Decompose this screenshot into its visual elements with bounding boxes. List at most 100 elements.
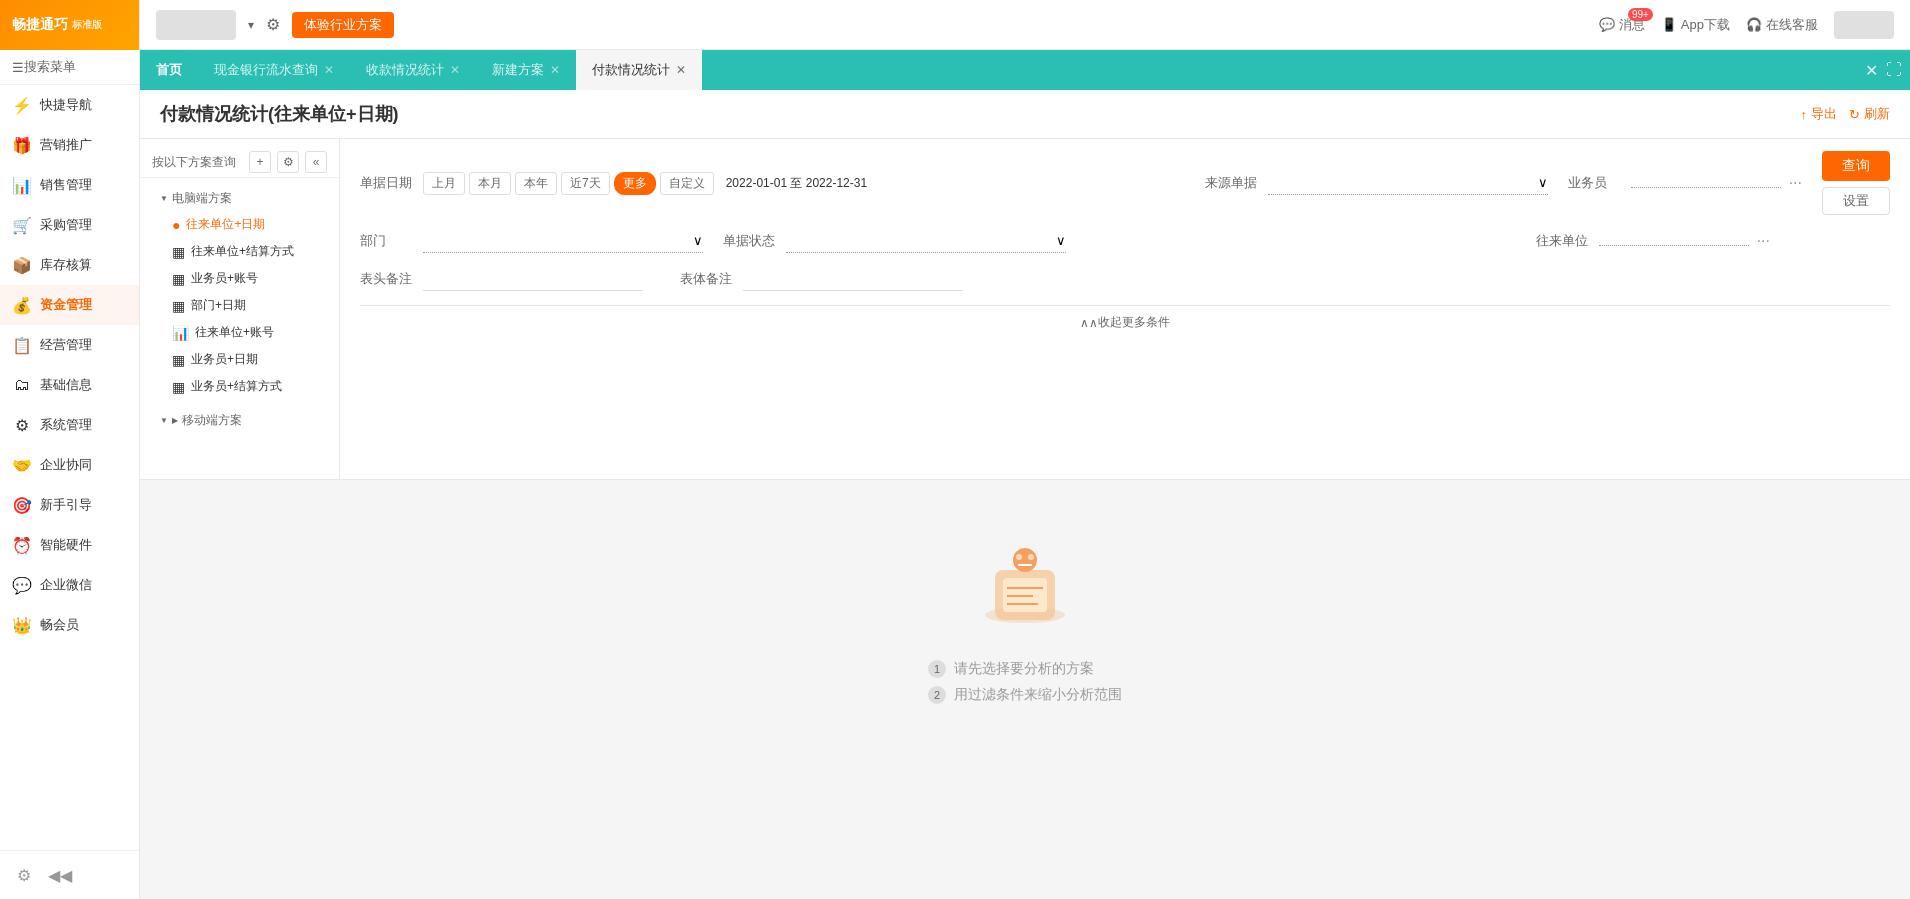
panel-wrapper: 按以下方案查询 + ⚙ « 电脑端方案 ● 往来单位+日期 ▦ 往来单位+结算方…	[140, 139, 1910, 480]
topbar-settings-icon[interactable]: ⚙	[266, 15, 280, 34]
scheme-label-unit-date: 往来单位+日期	[186, 216, 265, 233]
unit-dots-btn[interactable]: ···	[1757, 232, 1770, 250]
sidebar-collapse-btn[interactable]: ◀◀	[46, 861, 74, 889]
query-button[interactable]: 查询	[1822, 151, 1890, 181]
unit-select[interactable]	[1599, 237, 1749, 246]
tab-new-plan-close[interactable]: ✕	[550, 63, 560, 77]
tip-text-1: 请先选择要分析的方案	[954, 660, 1094, 678]
member-icon: 👑	[12, 615, 32, 635]
online-service-label: 在线客服	[1766, 16, 1818, 34]
tab-new-plan[interactable]: 新建方案 ✕	[476, 50, 576, 90]
scheme-settings-btn[interactable]: ⚙	[277, 151, 299, 173]
tab-expand-btn[interactable]: ⛶	[1886, 61, 1902, 79]
scheme-label-staff-settle: 业务员+结算方式	[191, 378, 282, 395]
online-service-btn[interactable]: 🎧 在线客服	[1746, 16, 1818, 34]
tabbar-end: ✕ ⛶	[1865, 50, 1910, 90]
tab-payment-stats[interactable]: 付款情况统计 ✕	[576, 50, 702, 90]
sidebar-item-wechat[interactable]: 💬 企业微信	[0, 565, 139, 605]
staff-dots-btn[interactable]: ···	[1789, 174, 1802, 192]
staff-select[interactable]	[1631, 179, 1781, 188]
scheme-item-unit-account[interactable]: 📊 往来单位+账号	[140, 319, 339, 346]
app-download-btn[interactable]: 📱 App下载	[1661, 16, 1730, 34]
date-btn-last-month[interactable]: 上月	[423, 172, 465, 195]
logo-text: 畅捷通巧	[12, 16, 68, 34]
tab-home[interactable]: 首页	[140, 50, 198, 90]
date-btn-7days[interactable]: 近7天	[561, 172, 610, 195]
empty-tip-1: 1 请先选择要分析的方案	[928, 660, 1122, 678]
scheme-add-btn[interactable]: +	[249, 151, 271, 173]
topbar: ▾ ⚙ 体验行业方案 💬 消息 99+ 📱 App下载 🎧 在线客服	[140, 0, 1910, 50]
scheme-icon-dept-date: ▦	[172, 298, 185, 314]
page-title: 付款情况统计(往来单位+日期)	[160, 102, 399, 126]
doc-status-label: 单据状态	[723, 232, 778, 250]
sidebar-header: 畅捷通巧 标准版	[0, 0, 139, 50]
wechat-label: 企业微信	[40, 576, 92, 594]
sidebar-item-member[interactable]: 👑 畅会员	[0, 605, 139, 645]
sidebar-settings-btn[interactable]: ⚙	[10, 861, 38, 889]
tab-close-all-btn[interactable]: ✕	[1865, 61, 1878, 80]
guide-icon: 🎯	[12, 495, 32, 515]
trial-btn[interactable]: 体验行业方案	[292, 12, 394, 38]
source-label: 来源单据	[1205, 174, 1260, 192]
scheme-item-dept-date[interactable]: ▦ 部门+日期	[140, 292, 339, 319]
sidebar-item-capital[interactable]: 💰 资金管理	[0, 285, 139, 325]
sidebar-item-quick-nav[interactable]: ⚡ 快捷导航	[0, 85, 139, 125]
sidebar: 畅捷通巧 标准版 ☰ 搜索菜单 ⚡ 快捷导航 🎁 营销推广 📊 销售管理 🛒 采…	[0, 0, 140, 899]
tab-cash-flow[interactable]: 现金银行流水查询 ✕	[198, 50, 350, 90]
svg-point-3	[1013, 548, 1037, 572]
scheme-icon-staff-date: ▦	[172, 352, 185, 368]
sidebar-item-purchase[interactable]: 🛒 采购管理	[0, 205, 139, 245]
scheme-item-staff-account[interactable]: ▦ 业务员+账号	[140, 265, 339, 292]
body-note-input[interactable]	[743, 267, 963, 291]
settings-button[interactable]: 设置	[1822, 187, 1890, 215]
sidebar-item-marketing[interactable]: 🎁 营销推广	[0, 125, 139, 165]
sidebar-item-basic[interactable]: 🗂 基础信息	[0, 365, 139, 405]
sidebar-item-inventory[interactable]: 📦 库存核算	[0, 245, 139, 285]
tab-payment-stats-close[interactable]: ✕	[676, 63, 686, 77]
purchase-label: 采购管理	[40, 216, 92, 234]
date-btn-this-month[interactable]: 本月	[469, 172, 511, 195]
collapse-more-icon: ∧∧	[1080, 316, 1098, 330]
mobile-scheme-group: ▶ 移动端方案	[140, 404, 339, 437]
mobile-group-label: 移动端方案	[182, 412, 242, 429]
tab-cash-flow-close[interactable]: ✕	[324, 63, 334, 77]
source-select[interactable]: ∨	[1268, 171, 1548, 195]
notification-btn[interactable]: 💬 消息 99+	[1599, 16, 1645, 34]
mobile-group-title[interactable]: ▶ 移动端方案	[140, 408, 339, 433]
header-note-input[interactable]	[423, 267, 643, 291]
scheme-item-unit-date[interactable]: ● 往来单位+日期	[140, 211, 339, 238]
refresh-btn[interactable]: ↻ 刷新	[1849, 105, 1890, 123]
tab-collection-stats[interactable]: 收款情况统计 ✕	[350, 50, 476, 90]
sidebar-item-guide[interactable]: 🎯 新手引导	[0, 485, 139, 525]
collapse-more-btn[interactable]: ∧∧ 收起更多条件	[360, 305, 1890, 339]
tab-collection-stats-close[interactable]: ✕	[450, 63, 460, 77]
dept-select[interactable]: ∨	[423, 229, 703, 253]
filter-group-body-note: 表体备注	[680, 267, 980, 291]
refresh-label: 刷新	[1864, 105, 1890, 123]
pc-group-title[interactable]: 电脑端方案	[140, 186, 339, 211]
date-btn-custom[interactable]: 自定义	[660, 172, 714, 195]
operations-icon: 📋	[12, 335, 32, 355]
sidebar-item-operations[interactable]: 📋 经营管理	[0, 325, 139, 365]
scheme-item-staff-date[interactable]: ▦ 业务员+日期	[140, 346, 339, 373]
export-btn[interactable]: ↑ 导出	[1801, 105, 1838, 123]
sidebar-item-system[interactable]: ⚙ 系统管理	[0, 405, 139, 445]
sidebar-item-enterprise[interactable]: 🤝 企业协同	[0, 445, 139, 485]
enterprise-label: 企业协同	[40, 456, 92, 474]
sidebar-item-search[interactable]: ☰ 搜索菜单	[0, 50, 139, 85]
sidebar-item-hardware[interactable]: ⏰ 智能硬件	[0, 525, 139, 565]
user-avatar[interactable]	[1834, 11, 1894, 39]
scheme-icon-staff-settle: ▦	[172, 379, 185, 395]
date-label: 单据日期	[360, 174, 415, 192]
dept-arrow: ∨	[693, 233, 703, 248]
company-dropdown[interactable]: ▾	[248, 18, 254, 32]
date-btn-more[interactable]: 更多	[614, 172, 656, 195]
svg-point-5	[1028, 554, 1034, 560]
scheme-collapse-btn[interactable]: «	[305, 151, 327, 173]
doc-status-select[interactable]: ∨	[786, 229, 1066, 253]
filter-row-1: 单据日期 上月 本月 本年 近7天 更多 自定义 2022-01-01 至 20…	[360, 151, 1890, 215]
sidebar-item-sales[interactable]: 📊 销售管理	[0, 165, 139, 205]
scheme-item-staff-settle[interactable]: ▦ 业务员+结算方式	[140, 373, 339, 400]
date-btn-this-year[interactable]: 本年	[515, 172, 557, 195]
scheme-item-unit-settle[interactable]: ▦ 往来单位+结算方式	[140, 238, 339, 265]
